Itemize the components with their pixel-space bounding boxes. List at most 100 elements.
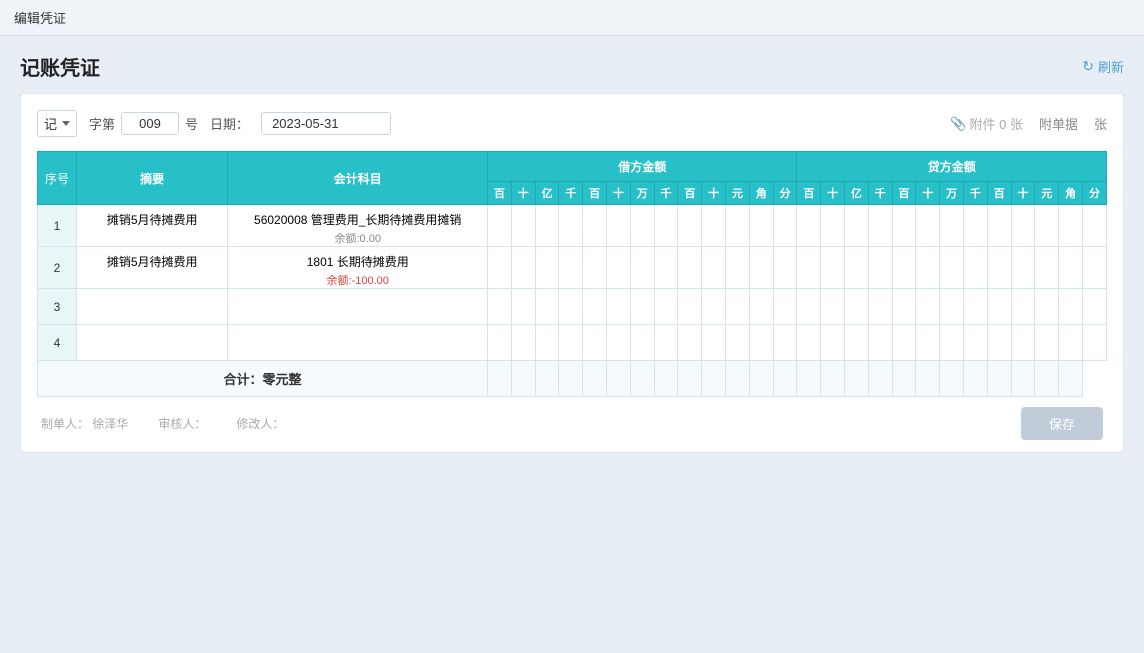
row-2-digit-25[interactable]: [1083, 289, 1107, 325]
row-1-digit-11[interactable]: [749, 247, 773, 289]
attachment-count[interactable]: 📎 附件 0 张: [950, 114, 1023, 133]
row-1-digit-18[interactable]: [916, 247, 940, 289]
row-0-digit-12[interactable]: [773, 205, 797, 247]
row-1-digit-10[interactable]: [726, 247, 750, 289]
row-3-digit-5[interactable]: [607, 325, 631, 361]
row-2-digit-14[interactable]: [821, 289, 845, 325]
row-3-digit-24[interactable]: [1059, 325, 1083, 361]
row-3-digit-19[interactable]: [940, 325, 964, 361]
row-1-digit-17[interactable]: [892, 247, 916, 289]
row-0-digit-23[interactable]: [1035, 205, 1059, 247]
row-3-digit-10[interactable]: [726, 325, 750, 361]
row-0-digit-9[interactable]: [702, 205, 726, 247]
row-1-digit-7[interactable]: [654, 247, 678, 289]
row-3-digit-13[interactable]: [797, 325, 821, 361]
row-3-digit-17[interactable]: [892, 325, 916, 361]
row-2-digit-7[interactable]: [654, 289, 678, 325]
ji-type-select[interactable]: 记: [37, 110, 77, 137]
row-0-digit-11[interactable]: [749, 205, 773, 247]
row-1-digit-0[interactable]: [488, 247, 512, 289]
row-3-digit-6[interactable]: [630, 325, 654, 361]
row-2-digit-15[interactable]: [845, 289, 869, 325]
row-2-digit-4[interactable]: [583, 289, 607, 325]
row-1-digit-24[interactable]: [1059, 247, 1083, 289]
row-2-digit-0[interactable]: [488, 289, 512, 325]
row-1-digit-1[interactable]: [511, 247, 535, 289]
row-2-digit-12[interactable]: [773, 289, 797, 325]
row-account-0[interactable]: 56020008 管理费用_长期待摊费用摊销余额:0.00: [228, 205, 488, 247]
row-1-digit-4[interactable]: [583, 247, 607, 289]
row-0-digit-8[interactable]: [678, 205, 702, 247]
row-3-digit-4[interactable]: [583, 325, 607, 361]
row-3-digit-1[interactable]: [511, 325, 535, 361]
row-3-digit-18[interactable]: [916, 325, 940, 361]
row-0-digit-22[interactable]: [1011, 205, 1035, 247]
row-2-digit-1[interactable]: [511, 289, 535, 325]
row-3-digit-11[interactable]: [749, 325, 773, 361]
row-3-digit-8[interactable]: [678, 325, 702, 361]
row-1-digit-25[interactable]: [1083, 247, 1107, 289]
row-0-digit-14[interactable]: [821, 205, 845, 247]
row-0-digit-25[interactable]: [1083, 205, 1107, 247]
row-2-digit-13[interactable]: [797, 289, 821, 325]
row-1-digit-21[interactable]: [987, 247, 1011, 289]
row-0-digit-5[interactable]: [607, 205, 631, 247]
row-2-digit-11[interactable]: [749, 289, 773, 325]
row-3-digit-22[interactable]: [1011, 325, 1035, 361]
row-2-digit-2[interactable]: [535, 289, 559, 325]
row-3-digit-3[interactable]: [559, 325, 583, 361]
row-2-digit-6[interactable]: [630, 289, 654, 325]
date-input[interactable]: [261, 112, 391, 135]
row-0-digit-18[interactable]: [916, 205, 940, 247]
row-0-digit-15[interactable]: [845, 205, 869, 247]
row-0-digit-0[interactable]: [488, 205, 512, 247]
row-2-digit-18[interactable]: [916, 289, 940, 325]
row-0-digit-1[interactable]: [511, 205, 535, 247]
row-2-digit-16[interactable]: [868, 289, 892, 325]
row-2-digit-19[interactable]: [940, 289, 964, 325]
save-button[interactable]: 保存: [1021, 407, 1103, 440]
row-2-digit-10[interactable]: [726, 289, 750, 325]
row-3-digit-2[interactable]: [535, 325, 559, 361]
row-2-digit-22[interactable]: [1011, 289, 1035, 325]
row-1-digit-2[interactable]: [535, 247, 559, 289]
row-2-digit-23[interactable]: [1035, 289, 1059, 325]
row-account-3[interactable]: [228, 325, 488, 361]
row-2-digit-3[interactable]: [559, 289, 583, 325]
row-3-digit-0[interactable]: [488, 325, 512, 361]
row-0-digit-7[interactable]: [654, 205, 678, 247]
row-1-digit-8[interactable]: [678, 247, 702, 289]
row-3-digit-20[interactable]: [964, 325, 988, 361]
row-1-digit-3[interactable]: [559, 247, 583, 289]
row-2-digit-17[interactable]: [892, 289, 916, 325]
row-0-digit-17[interactable]: [892, 205, 916, 247]
row-0-digit-4[interactable]: [583, 205, 607, 247]
row-0-digit-16[interactable]: [868, 205, 892, 247]
row-1-digit-13[interactable]: [797, 247, 821, 289]
refresh-button[interactable]: ↻ 刷新: [1082, 57, 1124, 76]
row-0-digit-6[interactable]: [630, 205, 654, 247]
row-3-digit-15[interactable]: [845, 325, 869, 361]
row-0-digit-21[interactable]: [987, 205, 1011, 247]
row-1-digit-16[interactable]: [868, 247, 892, 289]
row-3-digit-9[interactable]: [702, 325, 726, 361]
row-1-digit-19[interactable]: [940, 247, 964, 289]
row-2-digit-9[interactable]: [702, 289, 726, 325]
row-1-digit-14[interactable]: [821, 247, 845, 289]
row-3-digit-7[interactable]: [654, 325, 678, 361]
row-summary-1[interactable]: 摊销5月待摊费用: [76, 247, 227, 289]
row-3-digit-12[interactable]: [773, 325, 797, 361]
row-0-digit-20[interactable]: [964, 205, 988, 247]
row-0-digit-3[interactable]: [559, 205, 583, 247]
row-summary-2[interactable]: [76, 289, 227, 325]
row-2-digit-20[interactable]: [964, 289, 988, 325]
row-0-digit-2[interactable]: [535, 205, 559, 247]
row-3-digit-21[interactable]: [987, 325, 1011, 361]
row-0-digit-24[interactable]: [1059, 205, 1083, 247]
row-1-digit-23[interactable]: [1035, 247, 1059, 289]
row-3-digit-23[interactable]: [1035, 325, 1059, 361]
row-1-digit-6[interactable]: [630, 247, 654, 289]
row-1-digit-22[interactable]: [1011, 247, 1035, 289]
row-1-digit-12[interactable]: [773, 247, 797, 289]
row-account-1[interactable]: 1801 长期待摊费用余额:-100.00: [228, 247, 488, 289]
